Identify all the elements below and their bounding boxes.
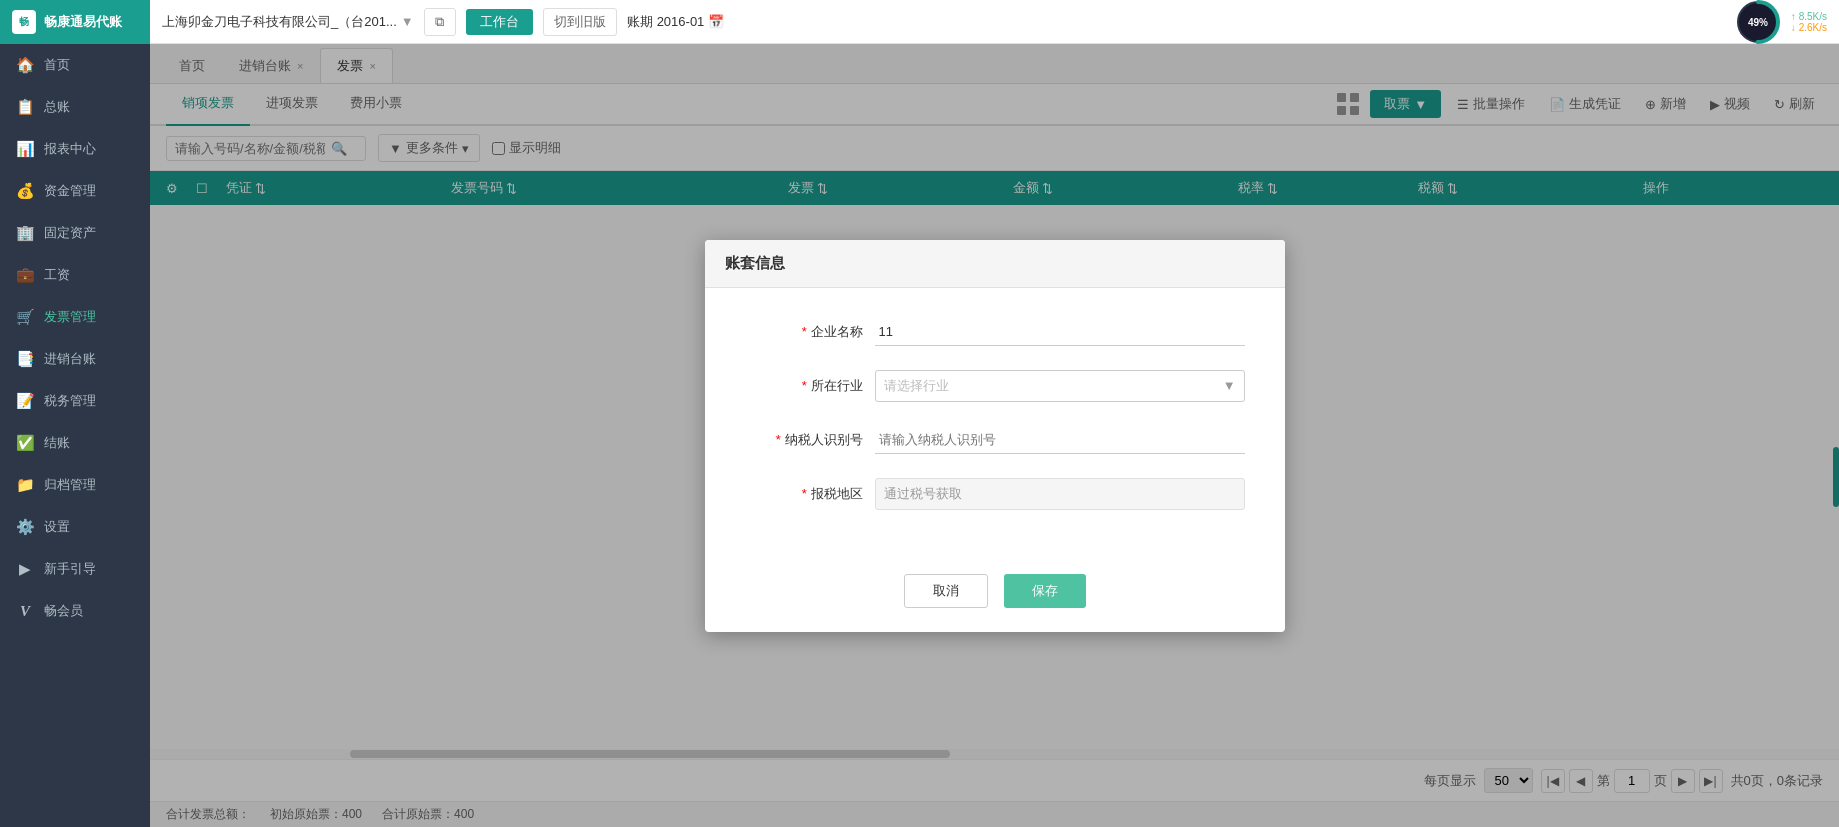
sidebar-item-label: 发票管理 (44, 308, 96, 326)
header: 上海卯金刀电子科技有限公司_（台201... ▼ ⧉ 工作台 切到旧版 账期 2… (150, 0, 1839, 44)
progress-circle: 49% (1733, 0, 1783, 47)
ledger-icon: 📋 (16, 98, 34, 116)
salary-icon: 💼 (16, 266, 34, 284)
sidebar-item-label: 税务管理 (44, 392, 96, 410)
workbench-button[interactable]: 工作台 (466, 9, 533, 35)
settings-icon: ⚙️ (16, 518, 34, 536)
sidebar-item-purchase-sales[interactable]: 📑 进销台账 (0, 338, 150, 380)
sidebar-item-label: 报表中心 (44, 140, 96, 158)
invoice-icon: 🛒 (16, 308, 34, 326)
reports-icon: 📊 (16, 140, 34, 158)
sidebar-item-member[interactable]: V 畅会员 (0, 590, 150, 632)
switch-version-button[interactable]: 切到旧版 (543, 8, 617, 36)
chevron-down-icon: ▼ (1223, 378, 1236, 393)
sidebar-item-label: 归档管理 (44, 476, 96, 494)
logo-icon: 畅 (12, 10, 36, 34)
dialog-title: 账套信息 (725, 254, 785, 271)
sidebar-item-label: 新手引导 (44, 560, 96, 578)
app-logo: 畅 畅康通易代账 (0, 0, 150, 44)
sidebar-item-ledger[interactable]: 📋 总账 (0, 86, 150, 128)
form-row-tax-region: * 报税地区 通过税号获取 (745, 478, 1245, 510)
industry-placeholder: 请选择行业 (884, 377, 949, 395)
dialog-header: 账套信息 (705, 240, 1285, 288)
network-stats: ↑ 8.5K/s ↓ 2.6K/s (1791, 11, 1827, 33)
purchase-sales-icon: 📑 (16, 350, 34, 368)
download-speed: ↓ 2.6K/s (1791, 22, 1827, 33)
copy-icon: ⧉ (435, 14, 444, 30)
sidebar-item-settlement[interactable]: ✅ 结账 (0, 422, 150, 464)
industry-select[interactable]: 请选择行业 ▼ (875, 370, 1245, 402)
sidebar-item-label: 设置 (44, 518, 70, 536)
sidebar-item-salary[interactable]: 💼 工资 (0, 254, 150, 296)
dialog-footer: 取消 保存 (705, 564, 1285, 632)
tax-icon: 📝 (16, 392, 34, 410)
copy-button[interactable]: ⧉ (424, 8, 456, 36)
calendar-icon[interactable]: 📅 (708, 14, 724, 29)
header-right: 49% ↑ 8.5K/s ↓ 2.6K/s (1733, 0, 1827, 47)
main-area: 上海卯金刀电子科技有限公司_（台201... ▼ ⧉ 工作台 切到旧版 账期 2… (150, 0, 1839, 827)
sidebar-item-capital[interactable]: 💰 资金管理 (0, 170, 150, 212)
form-row-tax-id: * 纳税人识别号 (745, 426, 1245, 454)
fixed-assets-icon: 🏢 (16, 224, 34, 242)
sidebar: 畅 畅康通易代账 🏠 首页 📋 总账 📊 报表中心 💰 资金管理 🏢 固定资产 … (0, 0, 150, 827)
tax-id-label: * 纳税人识别号 (745, 431, 875, 449)
sidebar-item-label: 总账 (44, 98, 70, 116)
tax-region-field: 通过税号获取 (875, 478, 1245, 510)
sidebar-item-archive[interactable]: 📁 归档管理 (0, 464, 150, 506)
form-row-company: * 企业名称 (745, 318, 1245, 346)
tax-region-label: * 报税地区 (745, 485, 875, 503)
sidebar-item-label: 资金管理 (44, 182, 96, 200)
logo-text: 畅康通易代账 (44, 13, 122, 31)
sidebar-item-tax[interactable]: 📝 税务管理 (0, 380, 150, 422)
svg-text:49%: 49% (1748, 17, 1768, 28)
sidebar-item-fixed-assets[interactable]: 🏢 固定资产 (0, 212, 150, 254)
company-selector[interactable]: 上海卯金刀电子科技有限公司_（台201... ▼ (162, 13, 414, 31)
chevron-down-icon: ▼ (401, 14, 414, 29)
company-name: 上海卯金刀电子科技有限公司_（台201... (162, 13, 397, 31)
guide-icon: ▶ (16, 560, 34, 578)
period-label: 账期 (627, 13, 653, 31)
form-row-industry: * 所在行业 请选择行业 ▼ (745, 370, 1245, 402)
company-name-input[interactable] (875, 318, 1245, 346)
sidebar-item-label: 首页 (44, 56, 70, 74)
sidebar-item-guide[interactable]: ▶ 新手引导 (0, 548, 150, 590)
dialog-body: * 企业名称 * 所在行业 请选择行业 ▼ (705, 288, 1285, 564)
period-value: 2016-01 (657, 14, 705, 29)
tax-id-input[interactable] (875, 426, 1245, 454)
period-display: 账期 2016-01 📅 (627, 13, 725, 31)
modal-overlay[interactable]: 账套信息 * 企业名称 * 所在行业 (150, 44, 1839, 827)
sidebar-item-settings[interactable]: ⚙️ 设置 (0, 506, 150, 548)
settlement-icon: ✅ (16, 434, 34, 452)
home-icon: 🏠 (16, 56, 34, 74)
industry-label: * 所在行业 (745, 377, 875, 395)
sidebar-item-label: 结账 (44, 434, 70, 452)
sidebar-item-reports[interactable]: 📊 报表中心 (0, 128, 150, 170)
archive-icon: 📁 (16, 476, 34, 494)
save-button[interactable]: 保存 (1004, 574, 1086, 608)
capital-icon: 💰 (16, 182, 34, 200)
sidebar-item-home[interactable]: 🏠 首页 (0, 44, 150, 86)
sidebar-item-label: 固定资产 (44, 224, 96, 242)
cancel-button[interactable]: 取消 (904, 574, 988, 608)
sidebar-item-label: 进销台账 (44, 350, 96, 368)
sidebar-item-label: 工资 (44, 266, 70, 284)
tax-region-placeholder: 通过税号获取 (884, 486, 962, 501)
member-icon: V (16, 602, 34, 620)
company-name-label: * 企业名称 (745, 323, 875, 341)
sidebar-item-invoice[interactable]: 🛒 发票管理 (0, 296, 150, 338)
dialog: 账套信息 * 企业名称 * 所在行业 (705, 240, 1285, 632)
sidebar-item-label: 畅会员 (44, 602, 83, 620)
upload-speed: ↑ 8.5K/s (1791, 11, 1827, 22)
